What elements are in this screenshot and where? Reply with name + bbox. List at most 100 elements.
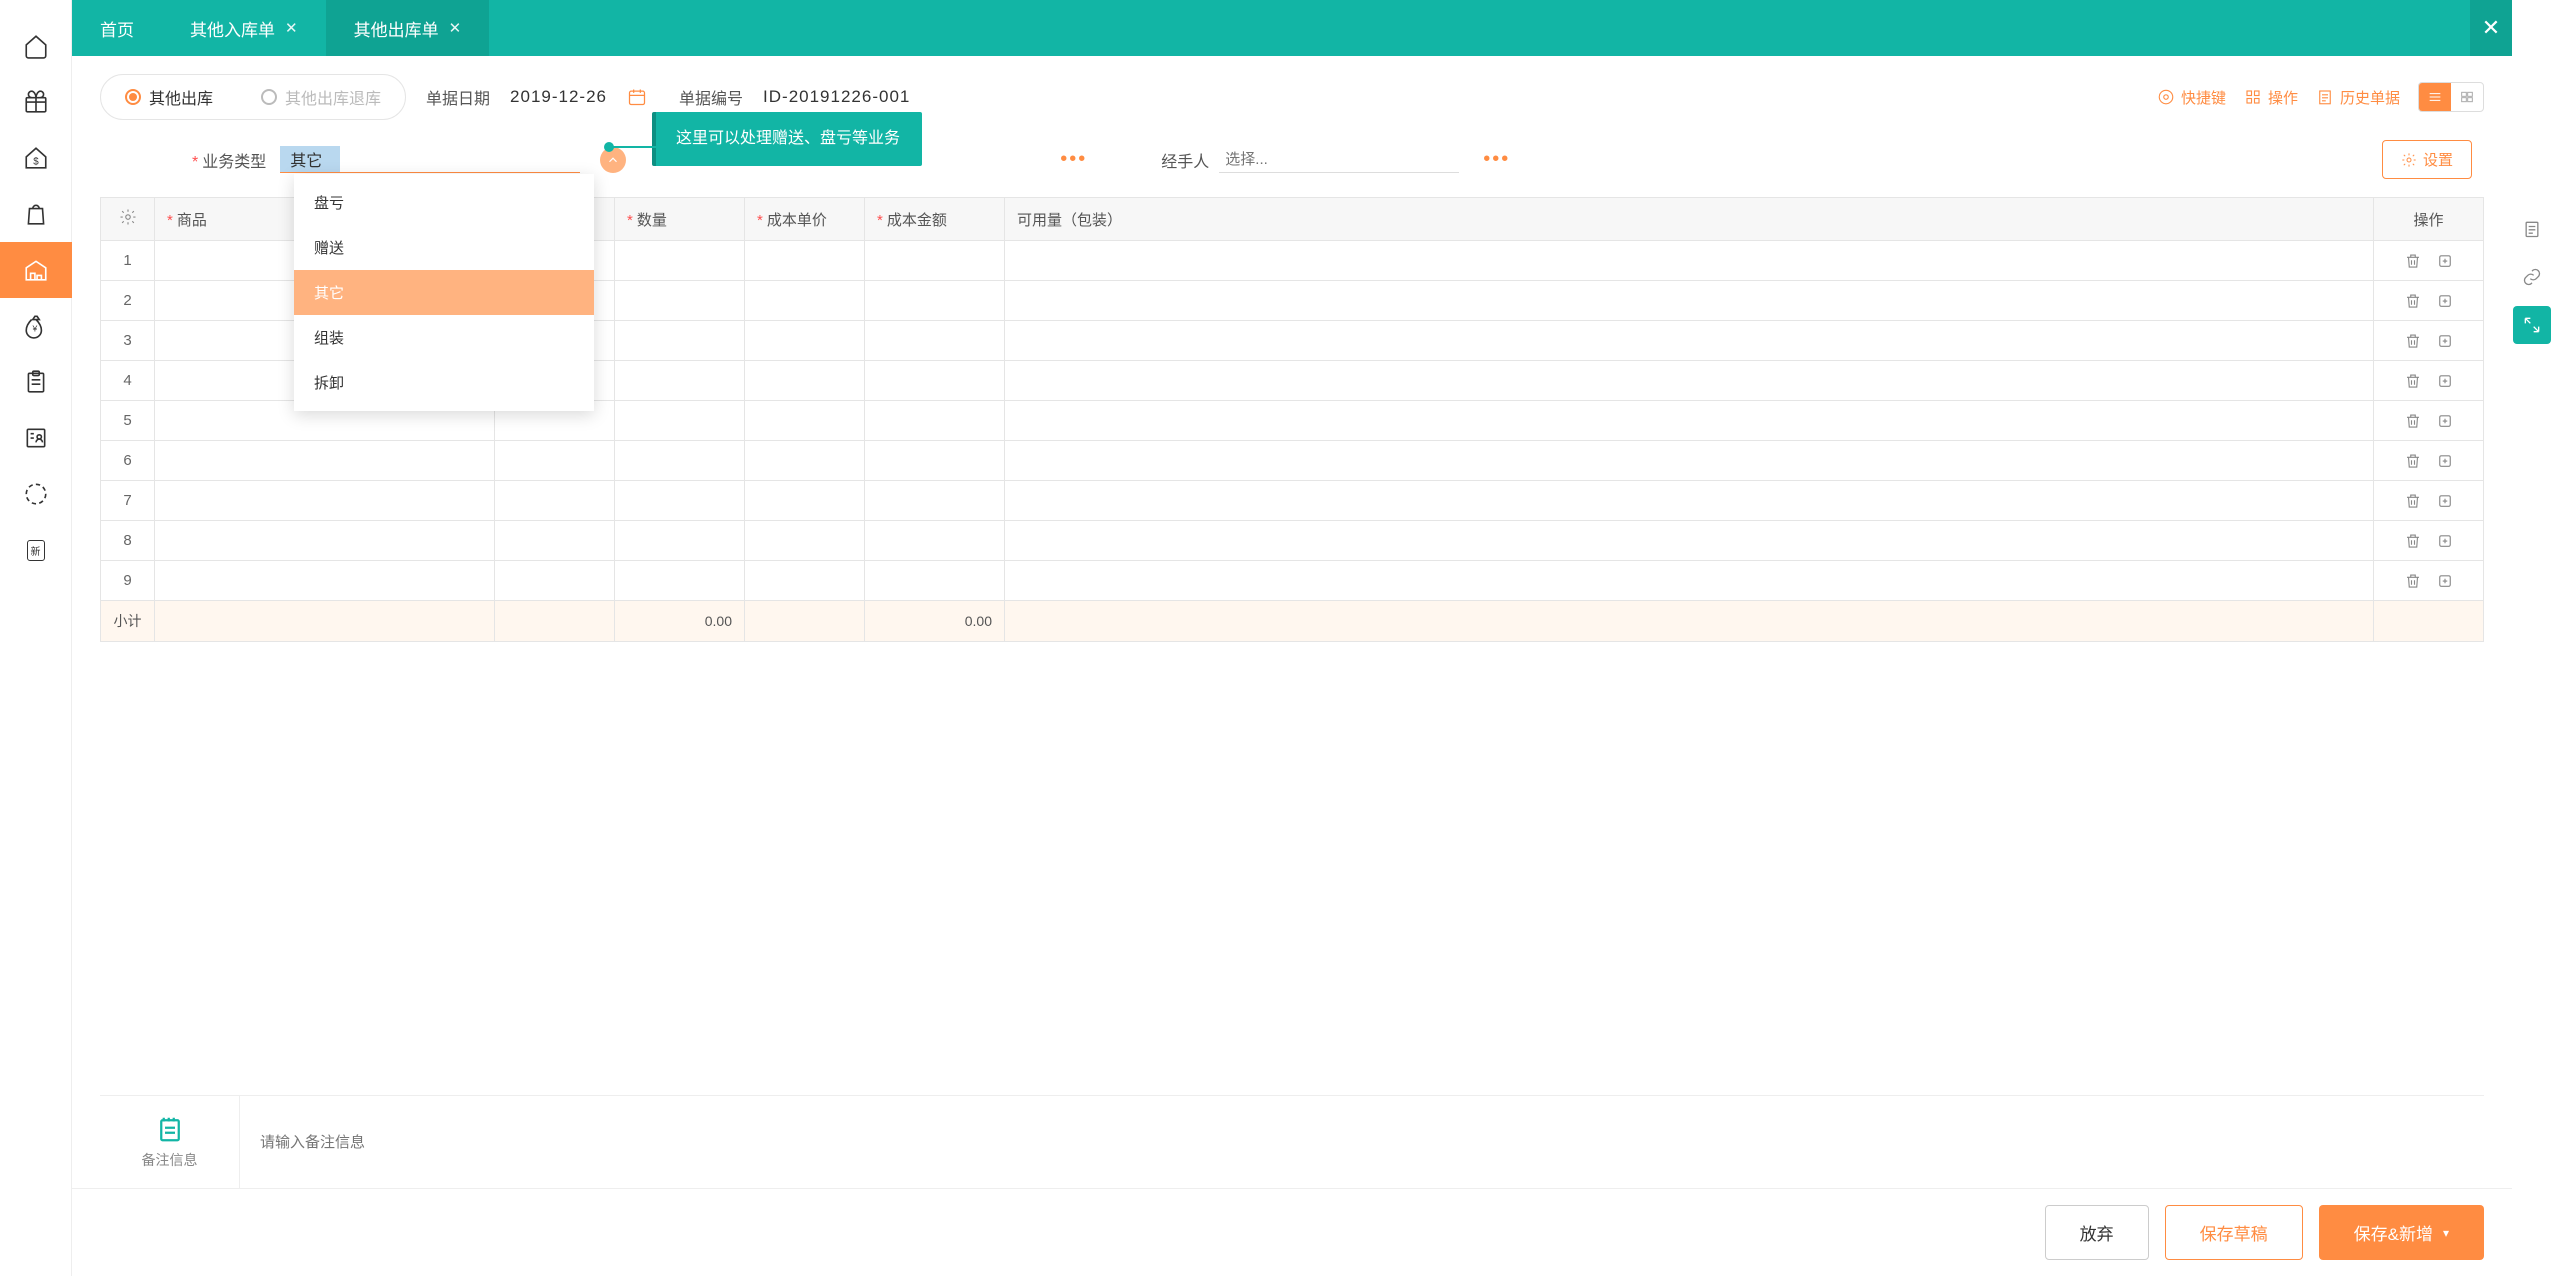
radio-other-outbound-return[interactable]: 其他出库退库 — [237, 75, 405, 119]
cell-qty[interactable] — [615, 481, 745, 521]
cell-cost-price[interactable] — [745, 281, 865, 321]
cell-cost-price[interactable] — [745, 361, 865, 401]
biz-type-dropdown[interactable] — [280, 146, 626, 173]
cell-cost-price[interactable] — [745, 241, 865, 281]
close-all-tabs-icon[interactable]: ✕ — [2470, 0, 2512, 56]
trash-icon[interactable] — [2404, 292, 2422, 310]
cell-cost-price[interactable] — [745, 441, 865, 481]
more-icon[interactable]: ••• — [1060, 148, 1087, 171]
cell-available[interactable] — [1005, 521, 2374, 561]
history-button[interactable]: 历史单据 — [2316, 87, 2400, 108]
cell-cost-price[interactable] — [745, 521, 865, 561]
cell-qty[interactable] — [615, 521, 745, 561]
cell-qty[interactable] — [615, 321, 745, 361]
close-icon[interactable]: ✕ — [285, 19, 298, 37]
cell-cost-amount[interactable] — [865, 441, 1005, 481]
remarks-input[interactable] — [240, 1096, 2484, 1188]
date-value[interactable]: 2019-12-26 — [510, 87, 607, 107]
cell-available[interactable] — [1005, 481, 2374, 521]
copy-add-icon[interactable] — [2436, 532, 2454, 550]
tab-other-outbound[interactable]: 其他出库单✕ — [326, 0, 490, 56]
cell-qty[interactable] — [615, 441, 745, 481]
cell-cost-amount[interactable] — [865, 361, 1005, 401]
calendar-icon[interactable] — [627, 87, 647, 107]
dropdown-option[interactable]: 赠送 — [294, 225, 594, 270]
cell-cost-amount[interactable] — [865, 321, 1005, 361]
save-add-button[interactable]: 保存&新增▾ — [2319, 1205, 2484, 1260]
dropdown-option[interactable]: 其它 — [294, 270, 594, 315]
view-grid-icon[interactable] — [2451, 83, 2483, 111]
table-row[interactable]: 7 — [101, 481, 2484, 521]
cell-available[interactable] — [1005, 401, 2374, 441]
copy-add-icon[interactable] — [2436, 372, 2454, 390]
radio-other-outbound[interactable]: 其他出库 — [101, 75, 237, 119]
sidebar-contacts-icon[interactable] — [0, 410, 72, 466]
sidebar-house-money-icon[interactable]: $ — [0, 130, 72, 186]
gear-icon[interactable] — [119, 213, 137, 230]
table-row[interactable]: 8 — [101, 521, 2484, 561]
trash-icon[interactable] — [2404, 572, 2422, 590]
trash-icon[interactable] — [2404, 452, 2422, 470]
trash-icon[interactable] — [2404, 372, 2422, 390]
cell-stock-unit[interactable] — [495, 481, 615, 521]
view-list-icon[interactable] — [2419, 83, 2451, 111]
cell-qty[interactable] — [615, 241, 745, 281]
sidebar-loading-icon[interactable] — [0, 466, 72, 522]
cell-product[interactable] — [155, 561, 495, 601]
copy-add-icon[interactable] — [2436, 492, 2454, 510]
chevron-up-icon[interactable] — [600, 147, 626, 173]
cell-stock-unit[interactable] — [495, 561, 615, 601]
sidebar-clipboard-icon[interactable] — [0, 354, 72, 410]
sidebar-gift-icon[interactable] — [0, 74, 72, 130]
cell-available[interactable] — [1005, 281, 2374, 321]
dropdown-option[interactable]: 盘亏 — [294, 180, 594, 225]
cell-available[interactable] — [1005, 321, 2374, 361]
more-icon[interactable]: ••• — [1483, 148, 1510, 171]
cell-cost-amount[interactable] — [865, 281, 1005, 321]
operate-button[interactable]: 操作 — [2244, 87, 2298, 108]
cell-cost-amount[interactable] — [865, 481, 1005, 521]
cell-available[interactable] — [1005, 241, 2374, 281]
save-draft-button[interactable]: 保存草稿 — [2165, 1205, 2303, 1260]
copy-add-icon[interactable] — [2436, 332, 2454, 350]
cell-cost-price[interactable] — [745, 401, 865, 441]
col-gear[interactable] — [101, 198, 155, 241]
copy-add-icon[interactable] — [2436, 292, 2454, 310]
dropdown-option[interactable]: 组装 — [294, 315, 594, 360]
rail-doc-icon[interactable] — [2513, 210, 2551, 248]
cell-product[interactable] — [155, 481, 495, 521]
handler-input[interactable] — [1219, 147, 1459, 173]
cell-qty[interactable] — [615, 401, 745, 441]
cell-product[interactable] — [155, 441, 495, 481]
rail-expand-icon[interactable] — [2513, 306, 2551, 344]
cell-cost-amount[interactable] — [865, 401, 1005, 441]
cell-product[interactable] — [155, 521, 495, 561]
copy-add-icon[interactable] — [2436, 572, 2454, 590]
close-icon[interactable]: ✕ — [449, 19, 462, 37]
cell-qty[interactable] — [615, 361, 745, 401]
tab-other-inbound[interactable]: 其他入库单✕ — [162, 0, 326, 56]
cell-qty[interactable] — [615, 281, 745, 321]
cell-cost-amount[interactable] — [865, 241, 1005, 281]
cell-available[interactable] — [1005, 441, 2374, 481]
sidebar-shopping-bag-icon[interactable] — [0, 186, 72, 242]
cell-available[interactable] — [1005, 361, 2374, 401]
discard-button[interactable]: 放弃 — [2045, 1205, 2149, 1260]
copy-add-icon[interactable] — [2436, 252, 2454, 270]
cell-available[interactable] — [1005, 561, 2374, 601]
trash-icon[interactable] — [2404, 532, 2422, 550]
trash-icon[interactable] — [2404, 332, 2422, 350]
cell-cost-price[interactable] — [745, 321, 865, 361]
settings-button[interactable]: 设置 — [2382, 140, 2472, 179]
tab-home[interactable]: 首页 — [72, 0, 162, 56]
rail-link-icon[interactable] — [2513, 258, 2551, 296]
table-row[interactable]: 9 — [101, 561, 2484, 601]
sidebar-warehouse-icon[interactable] — [0, 242, 72, 298]
cell-stock-unit[interactable] — [495, 441, 615, 481]
cell-cost-price[interactable] — [745, 561, 865, 601]
copy-add-icon[interactable] — [2436, 452, 2454, 470]
trash-icon[interactable] — [2404, 412, 2422, 430]
sidebar-home-icon[interactable] — [0, 18, 72, 74]
dropdown-option[interactable]: 拆卸 — [294, 360, 594, 405]
cell-cost-amount[interactable] — [865, 521, 1005, 561]
